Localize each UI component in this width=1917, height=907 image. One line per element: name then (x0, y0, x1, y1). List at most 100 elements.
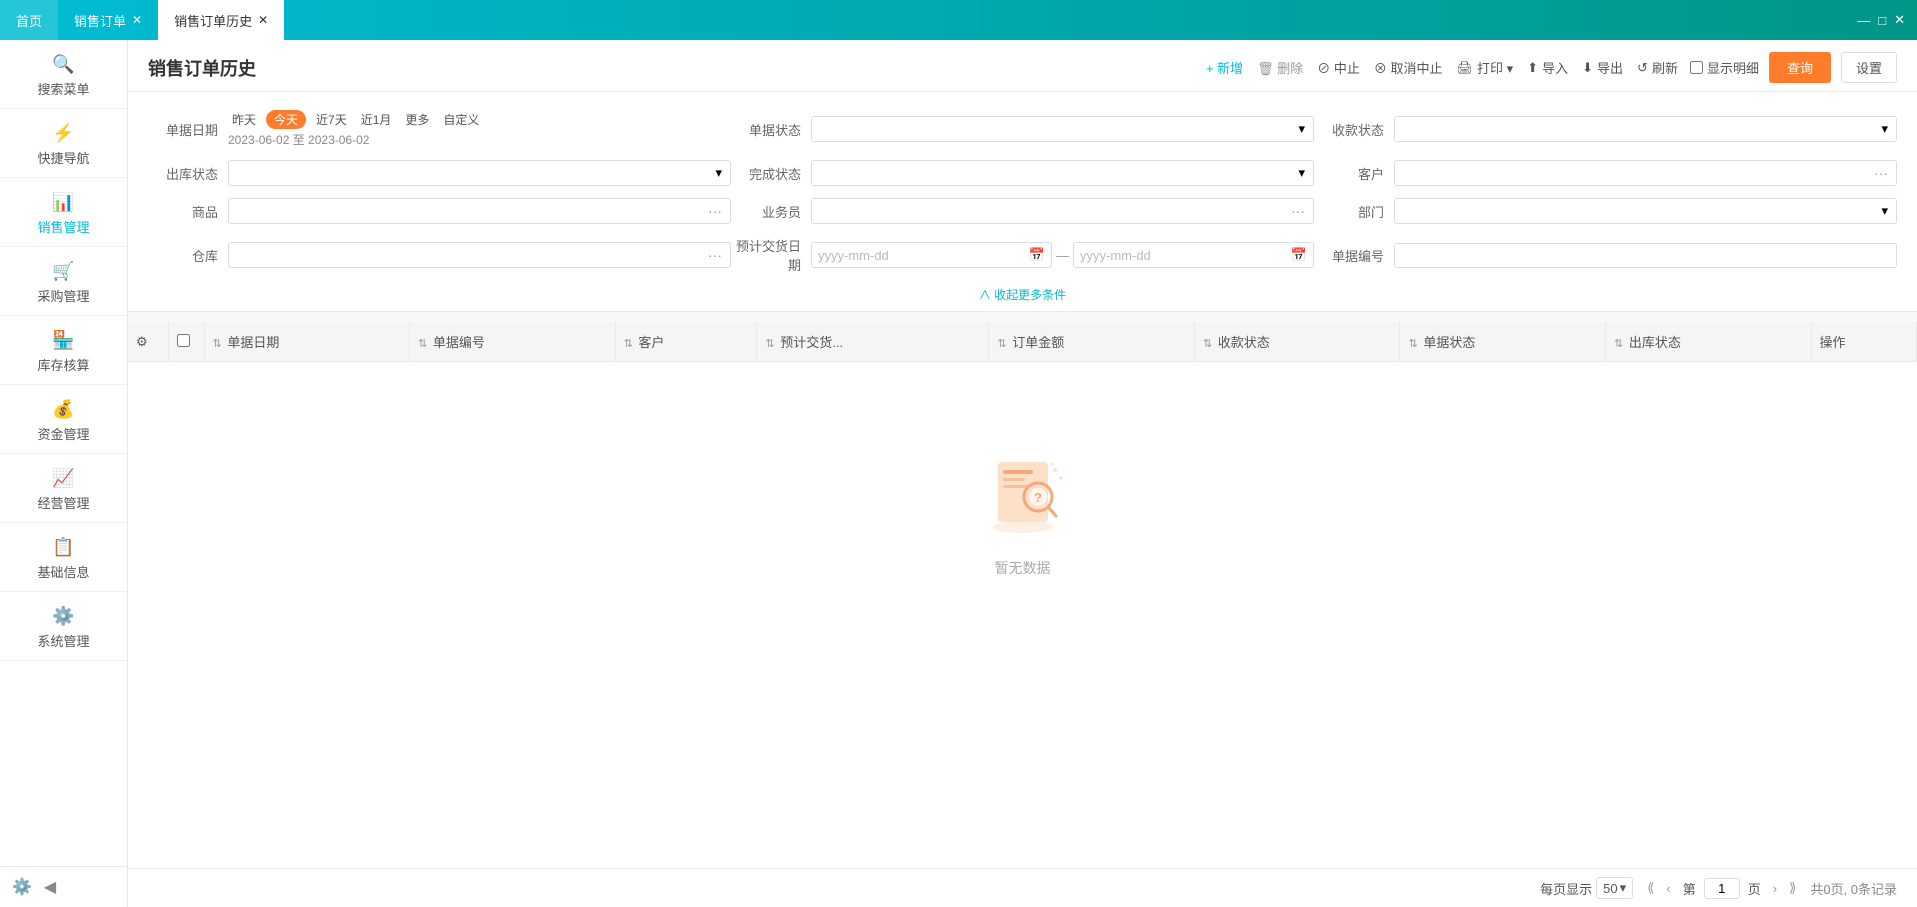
complete-status-select[interactable]: ▾ (811, 160, 1314, 186)
print-button[interactable]: 🖨 🖨 打印 打印 ▾ (1455, 54, 1516, 81)
th-date[interactable]: ⇅ 单据日期 (204, 322, 410, 362)
th-delivery-status[interactable]: ⇅ 出库状态 (1606, 322, 1812, 362)
sidebar-item-quick-nav[interactable]: ⚡ 快捷导航 (0, 109, 127, 178)
collapse-bar[interactable]: ∧ 收起更多条件 (148, 280, 1897, 311)
main-layout: 🔍 搜索菜单 ⚡ 快捷导航 📊 销售管理 🛒 采购管理 🏪 库存核算 💰 资金管… (0, 40, 1917, 907)
tab-sales-order-history[interactable]: 销售订单历史 ✕ (158, 0, 284, 40)
th-payment-status[interactable]: ⇅ 收款状态 (1194, 322, 1400, 362)
suspend-button[interactable]: ⊘ 中止 (1315, 54, 1362, 81)
delivery-status-select[interactable]: ▾ (228, 160, 731, 186)
sort-expected-date-icon[interactable]: ⇅ (765, 338, 774, 350)
filter-order-number-cell: 单据编号 (1314, 230, 1897, 280)
select-all-checkbox[interactable] (177, 334, 190, 347)
th-checkbox[interactable] (168, 322, 204, 362)
sort-order-status-icon[interactable]: ⇅ (1408, 338, 1417, 350)
shortcut-more[interactable]: 更多 (401, 110, 433, 129)
next-page-btn[interactable]: › (1769, 879, 1781, 898)
show-details-checkbox-label[interactable]: 显示明细 (1690, 58, 1759, 77)
th-amount[interactable]: ⇅ 订单金额 (989, 322, 1195, 362)
refresh-button[interactable]: ↺ 刷新 (1635, 54, 1680, 81)
export-button[interactable]: ⬇ 导出 (1580, 54, 1625, 81)
order-number-input[interactable] (1403, 248, 1888, 263)
th-order-status[interactable]: ⇅ 单据状态 (1400, 322, 1606, 362)
import-button[interactable]: ⬆ 导入 (1525, 54, 1570, 81)
salesperson-label: 业务员 (731, 202, 811, 221)
quick-nav-icon: ⚡ (52, 123, 74, 144)
settings-bottom-icon[interactable]: ⚙️ (12, 877, 32, 897)
expected-date-from[interactable]: yyyy-mm-dd (818, 248, 1029, 263)
sidebar-item-inventory[interactable]: 🏪 库存核算 (0, 316, 127, 385)
product-dots-btn[interactable]: ··· (708, 203, 722, 219)
salesperson-dots-btn[interactable]: ··· (1291, 203, 1305, 219)
order-status-label: 单据状态 (731, 120, 811, 139)
calendar-to-icon[interactable]: 📅 (1291, 247, 1307, 263)
sort-customer-icon[interactable]: ⇅ (624, 338, 633, 350)
sort-number-icon[interactable]: ⇅ (418, 338, 427, 350)
first-page-btn[interactable]: ⟪ (1643, 878, 1658, 898)
customer-dots-btn[interactable]: ··· (1874, 165, 1888, 181)
filter-delivery-status-cell: 出库状态 ▾ (148, 154, 731, 192)
date-range-separator: — (1056, 248, 1069, 263)
close-icon[interactable]: ✕ (1894, 12, 1905, 28)
shortcut-yesterday[interactable]: 昨天 (228, 110, 260, 129)
warehouse-dots-btn[interactable]: ··· (708, 247, 722, 263)
sidebar-item-sys-mgmt[interactable]: ⚙️ 系统管理 (0, 592, 127, 661)
tab-sales-order[interactable]: 销售订单 ✕ (58, 0, 158, 40)
sidebar-item-sales-mgmt[interactable]: 📊 销售管理 (0, 178, 127, 247)
sort-delivery-status-icon[interactable]: ⇅ (1614, 338, 1623, 350)
table-area: ⚙ ⇅ 单据日期 ⇅ 单据编号 (128, 322, 1917, 868)
settings-button[interactable]: 设置 (1841, 52, 1897, 83)
sort-payment-status-icon[interactable]: ⇅ (1203, 338, 1212, 350)
minimize-icon[interactable]: — (1857, 13, 1870, 28)
sidebar-item-operations[interactable]: 📈 经营管理 (0, 454, 127, 523)
tab-sales-order-history-close[interactable]: ✕ (258, 13, 268, 27)
last-page-btn[interactable]: ⟫ (1785, 878, 1800, 898)
query-button[interactable]: 查询 (1769, 52, 1831, 83)
shortcut-custom[interactable]: 自定义 (439, 110, 483, 129)
prev-page-btn[interactable]: ‹ (1662, 879, 1674, 898)
th-customer[interactable]: ⇅ 客户 (615, 322, 757, 362)
payment-status-select[interactable]: ▾ (1394, 116, 1897, 142)
shortcut-today[interactable]: 今天 (266, 110, 306, 129)
tab-home[interactable]: 首页 (0, 0, 58, 40)
warehouse-label: 仓库 (148, 246, 228, 265)
page-number-input[interactable]: 1 (1704, 878, 1740, 899)
export-icon: ⬇ (1582, 60, 1593, 76)
shortcut-last7[interactable]: 近7天 (312, 110, 351, 129)
page-size-dropdown[interactable]: 50 ▾ (1596, 877, 1633, 899)
complete-status-chevron: ▾ (1298, 165, 1305, 181)
sidebar-item-search-menu[interactable]: 🔍 搜索菜单 (0, 40, 127, 109)
page-title: 销售订单历史 (148, 55, 256, 81)
th-number[interactable]: ⇅ 单据编号 (410, 322, 616, 362)
total-text: 共0页, 0条记录 (1810, 879, 1897, 898)
show-details-checkbox[interactable] (1690, 61, 1703, 74)
calendar-from-icon[interactable]: 📅 (1029, 247, 1045, 263)
order-status-select[interactable]: ▾ (811, 116, 1314, 142)
sort-date-icon[interactable]: ⇅ (213, 338, 222, 350)
th-settings[interactable]: ⚙ (128, 322, 168, 362)
delete-button[interactable]: 🗑 删除 (1255, 54, 1305, 81)
import-icon: ⬆ (1527, 60, 1538, 76)
th-expected-date-label: 预计交货... (780, 335, 843, 350)
filter-customer-cell: 客户 ··· (1314, 154, 1897, 192)
page-size-label: 每页显示 (1540, 879, 1592, 898)
th-expected-date[interactable]: ⇅ 预计交货... (757, 322, 989, 362)
maximize-icon[interactable]: □ (1878, 13, 1886, 28)
sidebar-item-finance[interactable]: 💰 资金管理 (0, 385, 127, 454)
department-select[interactable]: ▾ (1394, 198, 1897, 224)
order-status-chevron: ▾ (1298, 121, 1305, 137)
th-order-status-label: 单据状态 (1423, 335, 1475, 350)
sidebar-item-base-info[interactable]: 📋 基础信息 (0, 523, 127, 592)
settings-gear-icon[interactable]: ⚙ (136, 334, 148, 349)
cancel-suspend-button[interactable]: ⊗ 取消中止 (1372, 54, 1445, 81)
sort-amount-icon[interactable]: ⇅ (997, 338, 1006, 350)
sidebar-item-purchase-mgmt[interactable]: 🛒 采购管理 (0, 247, 127, 316)
sidebar: 🔍 搜索菜单 ⚡ 快捷导航 📊 销售管理 🛒 采购管理 🏪 库存核算 💰 资金管… (0, 40, 128, 907)
collapse-sidebar-icon[interactable]: ◀ (44, 877, 56, 897)
tab-sales-order-close[interactable]: ✕ (132, 13, 142, 27)
new-button[interactable]: + 新增 (1204, 54, 1245, 81)
shortcut-last-month[interactable]: 近1月 (357, 110, 396, 129)
expected-date-to[interactable]: yyyy-mm-dd (1080, 248, 1291, 263)
filter-row-1: 单据日期 昨天 今天 近7天 近1月 更多 自定义 2023-06-02 至 2… (148, 104, 1897, 154)
th-date-label: 单据日期 (227, 335, 279, 350)
